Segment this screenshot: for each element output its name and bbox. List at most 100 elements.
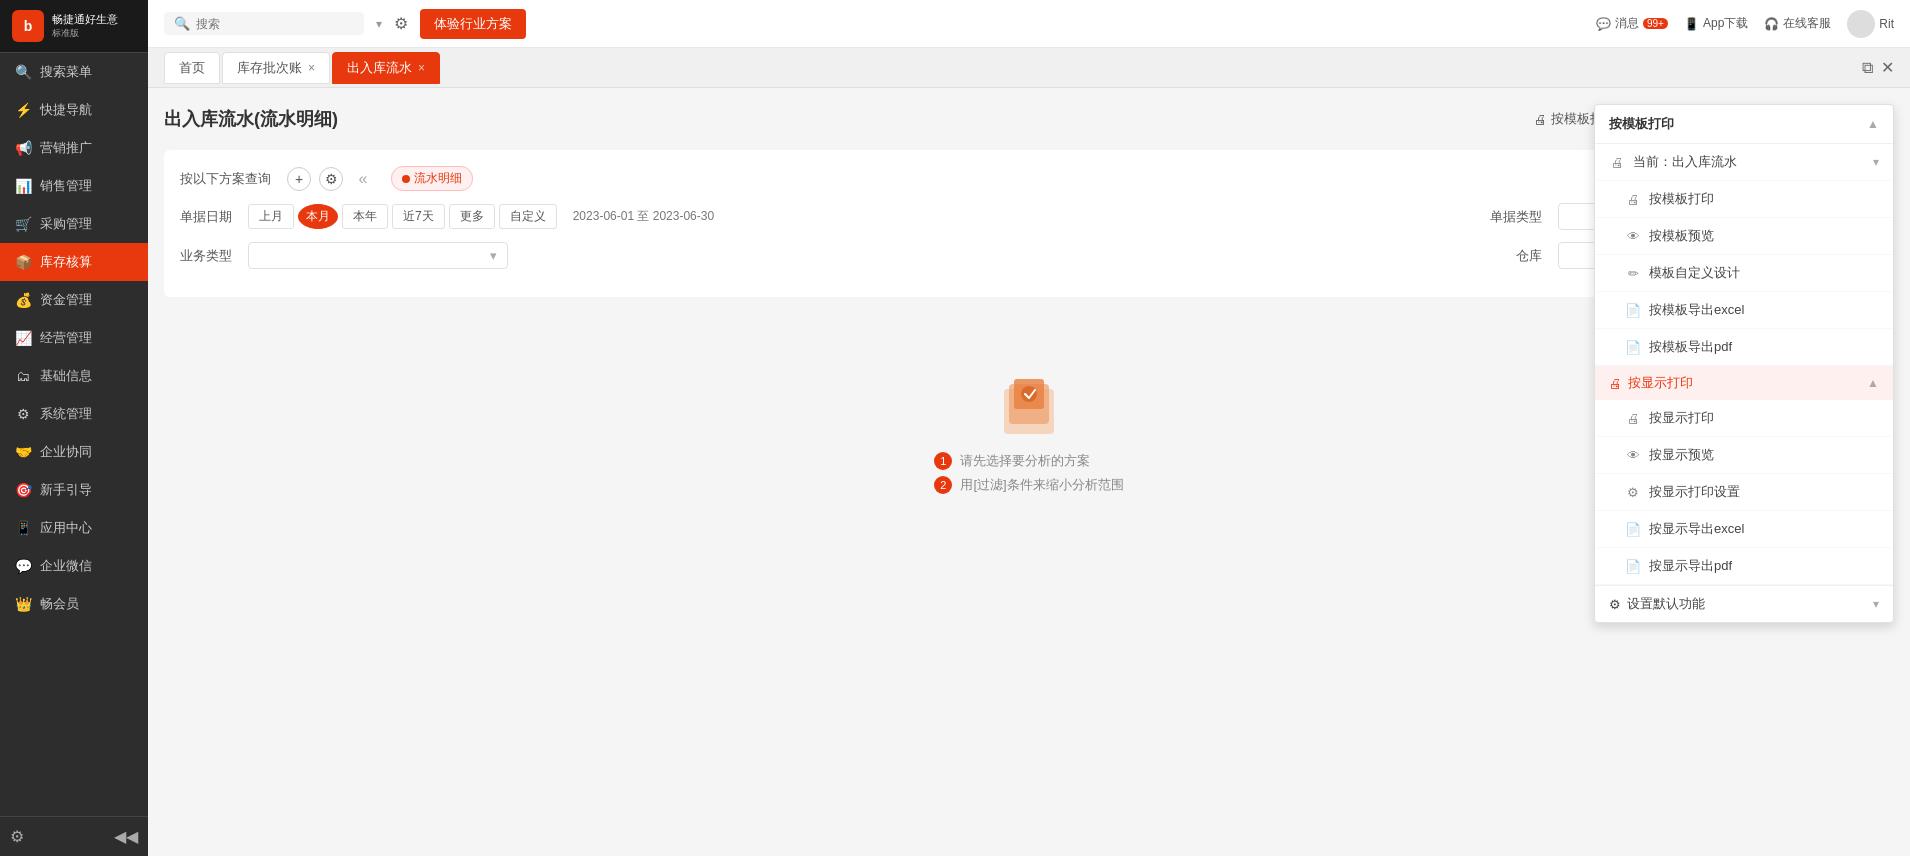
guide-icon: 🎯 <box>14 481 32 499</box>
display-section-label: 按显示打印 <box>1628 374 1693 392</box>
display-print-icon: 🖨 <box>1625 410 1641 426</box>
topbar-settings-icon[interactable]: ⚙ <box>394 14 408 33</box>
business-type-label: 业务类型 <box>180 247 232 265</box>
sidebar-nav: 🔍 搜索菜单 ⚡ 快捷导航 📢 营销推广 📊 销售管理 🛒 采购管理 📦 库存核… <box>0 53 148 816</box>
sidebar-item-label: 资金管理 <box>40 291 92 309</box>
search-input[interactable] <box>196 17 336 31</box>
sidebar-item-search[interactable]: 🔍 搜索菜单 <box>0 53 148 91</box>
user-group[interactable]: Rit <box>1847 10 1894 38</box>
sidebar-item-quicknav[interactable]: ⚡ 快捷导航 <box>0 91 148 129</box>
sidebar-item-label: 企业微信 <box>40 557 92 575</box>
filter-add-buttons: + ⚙ « <box>287 167 375 191</box>
sidebar-settings-button[interactable]: ⚙ <box>10 827 24 846</box>
page-title-text: 出入库流水(流水明细) <box>164 107 338 131</box>
message-icon: 💬 <box>1596 17 1611 31</box>
business-type-select[interactable]: ▾ <box>248 242 508 269</box>
headset-icon: 🎧 <box>1764 17 1779 31</box>
date-tab-lastmonth[interactable]: 上月 <box>248 204 294 229</box>
app-download-group[interactable]: 📱 App下载 <box>1684 15 1748 32</box>
date-tab-7days[interactable]: 近7天 <box>392 204 445 229</box>
tab-home[interactable]: 首页 <box>164 52 220 84</box>
printer-icon: 🖨 <box>1534 112 1547 127</box>
dropdown-display-section[interactable]: 🖨 按显示打印 ▲ <box>1595 366 1893 400</box>
dropdown-template-print[interactable]: 🖨 按模板打印 <box>1595 181 1893 218</box>
tab-inventory-batch[interactable]: 库存批次账 × <box>222 52 330 84</box>
tab-stock-flow[interactable]: 出入库流水 × <box>332 52 440 84</box>
sidebar-item-label: 经营管理 <box>40 329 92 347</box>
empty-step-1: 1 请先选择要分析的方案 <box>934 452 1123 470</box>
current-chevron-icon: ▾ <box>1873 155 1879 169</box>
sidebar-item-label: 库存核算 <box>40 253 92 271</box>
sidebar-item-system[interactable]: ⚙ 系统管理 <box>0 395 148 433</box>
dropdown-template-pdf[interactable]: 📄 按模板导出pdf <box>1595 329 1893 366</box>
dropdown-template-design[interactable]: ✏ 模板自定义设计 <box>1595 255 1893 292</box>
sidebar-item-cooperation[interactable]: 🤝 企业协同 <box>0 433 148 471</box>
template-pdf-icon: 📄 <box>1625 339 1641 355</box>
sidebar-item-marketing[interactable]: 📢 营销推广 <box>0 129 148 167</box>
window-close-button[interactable]: ✕ <box>1881 58 1894 77</box>
trial-button[interactable]: 体验行业方案 <box>420 9 526 39</box>
sidebar-item-inventory[interactable]: 📦 库存核算 <box>0 243 148 281</box>
dropdown-template-preview[interactable]: 👁 按模板预览 <box>1595 218 1893 255</box>
phone-icon: 📱 <box>1684 17 1699 31</box>
dropdown-display-settings[interactable]: ⚙ 按显示打印设置 <box>1595 474 1893 511</box>
sidebar-item-appcenter[interactable]: 📱 应用中心 <box>0 509 148 547</box>
sidebar-item-member[interactable]: 👑 畅会员 <box>0 585 148 623</box>
footer-chevron-icon: ▾ <box>1873 597 1879 611</box>
filter-tag-label: 流水明细 <box>414 170 462 187</box>
sidebar-item-purchase[interactable]: 🛒 采购管理 <box>0 205 148 243</box>
sidebar-item-basicinfo[interactable]: 🗂 基础信息 <box>0 357 148 395</box>
appcenter-icon: 📱 <box>14 519 32 537</box>
dropdown-title: 按模板打印 <box>1609 115 1674 133</box>
sidebar-item-label: 应用中心 <box>40 519 92 537</box>
display-pdf-label: 按显示导出pdf <box>1649 557 1732 575</box>
window-restore-button[interactable]: ⧉ <box>1862 58 1873 77</box>
date-tab-thismonth[interactable]: 本月 <box>298 204 338 229</box>
dropdown-current-item[interactable]: 🖨 当前：出入库流水 ▾ <box>1595 144 1893 181</box>
dropdown-chevron-up-icon[interactable]: ▲ <box>1867 117 1879 131</box>
sidebar-bottom: ⚙ ◀◀ <box>0 816 148 856</box>
user-name: Rit <box>1879 17 1894 31</box>
template-print-icon: 🖨 <box>1625 191 1641 207</box>
dropdown-footer[interactable]: ⚙ 设置默认功能 ▾ <box>1595 585 1893 622</box>
filter-collapse-icon[interactable]: « <box>351 167 375 191</box>
online-service-group[interactable]: 🎧 在线客服 <box>1764 15 1831 32</box>
date-tab-thisyear[interactable]: 本年 <box>342 204 388 229</box>
topbar-search-box[interactable]: 🔍 <box>164 12 364 35</box>
active-filter-tag[interactable]: 流水明细 <box>391 166 473 191</box>
template-excel-icon: 📄 <box>1625 302 1641 318</box>
message-label: 消息 <box>1615 15 1639 32</box>
dropdown-display-print[interactable]: 🖨 按显示打印 <box>1595 400 1893 437</box>
tab-close-icon[interactable]: × <box>308 61 315 75</box>
search-dropdown-icon[interactable]: ▾ <box>376 17 382 31</box>
sidebar-item-finance[interactable]: 💰 资金管理 <box>0 281 148 319</box>
date-tabs: 上月 本月 本年 近7天 更多 自定义 <box>248 204 557 229</box>
dropdown-template-excel[interactable]: 📄 按模板导出excel <box>1595 292 1893 329</box>
template-excel-label: 按模板导出excel <box>1649 301 1744 319</box>
sidebar-item-label: 营销推广 <box>40 139 92 157</box>
sidebar-item-label: 销售管理 <box>40 177 92 195</box>
display-section-icon: 🖨 <box>1609 376 1622 391</box>
cooperation-icon: 🤝 <box>14 443 32 461</box>
filter-add-button[interactable]: + <box>287 167 311 191</box>
dropdown-display-preview[interactable]: 👁 按显示预览 <box>1595 437 1893 474</box>
search-icon: 🔍 <box>14 63 32 81</box>
app-name: 畅捷通好生意 <box>52 12 118 26</box>
date-tab-more[interactable]: 更多 <box>449 204 495 229</box>
dropdown-display-pdf[interactable]: 📄 按显示导出pdf <box>1595 548 1893 585</box>
template-print-label: 按模板打印 <box>1649 190 1714 208</box>
sidebar-item-label: 畅会员 <box>40 595 79 613</box>
display-section-chevron-icon: ▲ <box>1867 376 1879 390</box>
filter-settings-button[interactable]: ⚙ <box>319 167 343 191</box>
message-group[interactable]: 💬 消息 99+ <box>1596 15 1668 32</box>
print-dropdown-panel: 按模板打印 ▲ 🖨 当前：出入库流水 ▾ 🖨 按模板打印 👁 按模板预览 <box>1594 104 1894 623</box>
tab-close-active-icon[interactable]: × <box>418 61 425 75</box>
date-tab-custom[interactable]: 自定义 <box>499 204 557 229</box>
sidebar-item-label: 系统管理 <box>40 405 92 423</box>
dropdown-display-excel[interactable]: 📄 按显示导出excel <box>1595 511 1893 548</box>
sidebar-item-operations[interactable]: 📈 经营管理 <box>0 319 148 357</box>
sidebar-item-wecom[interactable]: 💬 企业微信 <box>0 547 148 585</box>
sidebar-item-newguide[interactable]: 🎯 新手引导 <box>0 471 148 509</box>
sidebar-item-sales[interactable]: 📊 销售管理 <box>0 167 148 205</box>
sidebar-collapse-button[interactable]: ◀◀ <box>114 827 138 846</box>
